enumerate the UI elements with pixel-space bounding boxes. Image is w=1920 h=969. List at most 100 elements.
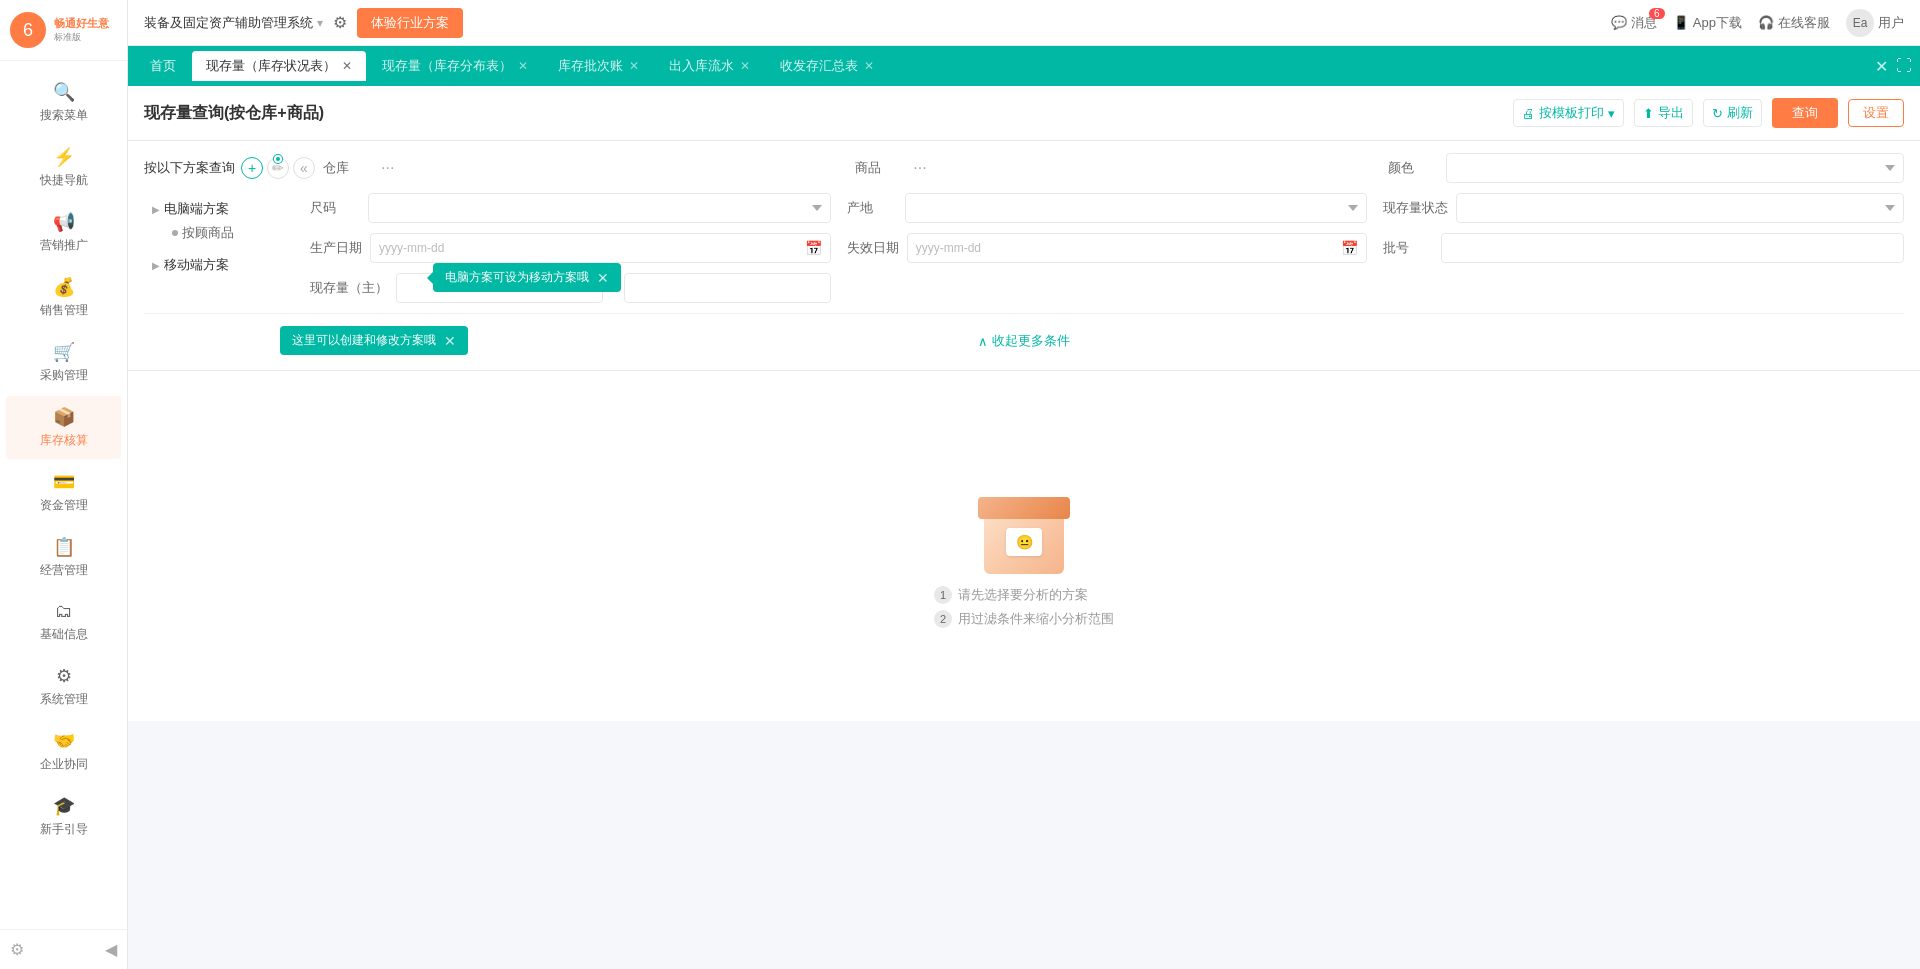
printer-icon: 🖨 [1522,106,1535,121]
tab-close-icon[interactable]: ✕ [342,59,352,73]
tab-inout[interactable]: 出入库流水 ✕ [655,51,764,81]
sidebar-item-label: 基础信息 [40,626,88,643]
goods-field: 商品 ··· [855,159,1371,177]
calendar-icon: 📅 [1341,240,1358,256]
sidebar-item-purchase[interactable]: 🛒 采购管理 [6,331,121,394]
collapse-sidebar-button[interactable]: ◀ [105,940,117,959]
message-icon: 💬 [1611,15,1627,30]
tab-bar-end: ✕ ⛶ [1875,57,1912,76]
sidebar-item-label: 系统管理 [40,691,88,708]
export-button[interactable]: ⬆ 导出 [1634,99,1693,127]
tab-close-icon[interactable]: ✕ [629,59,639,73]
origin-select[interactable] [905,193,1368,223]
sidebar-item-sales[interactable]: 💰 销售管理 [6,266,121,329]
back-button[interactable]: « [293,157,315,179]
sidebar-item-label: 营销推广 [40,237,88,254]
refresh-label: 刷新 [1727,104,1753,122]
tab-batch[interactable]: 库存批次账 ✕ [544,51,653,81]
sidebar-item-marketing[interactable]: 📢 营销推广 [6,201,121,264]
purchase-icon: 🛒 [53,341,75,363]
logo-text: 畅通好生意 [54,16,109,30]
lightning-icon: ⚡ [53,146,75,168]
expiry-date-field: 失效日期 yyyy-mm-dd 📅 [847,233,1368,263]
tab-close-all-icon[interactable]: ✕ [1875,57,1888,76]
sidebar-logo: 6 畅通好生意 标准版 [0,0,127,61]
tab-fullscreen-icon[interactable]: ⛶ [1896,57,1912,75]
tab-inventory-dist[interactable]: 现存量（库存分布表） ✕ [368,51,542,81]
mobile-plan-item[interactable]: ▶ 移动端方案 [144,253,294,277]
industry-button[interactable]: 体验行业方案 [357,8,463,38]
sidebar-item-label: 企业协同 [40,756,88,773]
tab-close-icon[interactable]: ✕ [740,59,750,73]
sidebar-item-search[interactable]: 🔍 搜索菜单 [6,71,121,134]
stock-range-max[interactable] [624,273,831,303]
calendar-icon: 📅 [805,240,822,256]
settings-button[interactable]: ⚙ [10,940,24,959]
warehouse-label: 仓库 [323,159,373,177]
gear-icon[interactable]: ⚙ [333,13,347,32]
user-avatar: Ea [1846,9,1874,37]
sidebar-item-finance[interactable]: 💳 资金管理 [6,461,121,524]
user-menu[interactable]: Ea 用户 [1846,9,1904,37]
page-header-actions: 🖨 按模板打印 ▾ ⬆ 导出 ↻ 刷新 查询 设置 [1513,98,1904,128]
warehouse-field: 仓库 ··· [323,159,839,177]
empty-state: 😐 1 请先选择要分析的方案 2 用过滤条件来缩小分析范围 [934,404,1114,688]
edit-plan-button[interactable]: ✏ [267,157,289,179]
expiry-date-input[interactable]: yyyy-mm-dd 📅 [907,233,1368,263]
production-date-input[interactable]: yyyy-mm-dd 📅 [370,233,831,263]
sidebar-item-operation[interactable]: 📋 经营管理 [6,526,121,589]
empty-steps: 1 请先选择要分析的方案 2 用过滤条件来缩小分析范围 [934,586,1114,628]
sidebar-item-label: 新手引导 [40,821,88,838]
online-support-button[interactable]: 🎧 在线客服 [1758,14,1830,32]
sidebar-item-system[interactable]: ⚙ 系统管理 [6,655,121,718]
print-arrow-icon: ▾ [1608,106,1615,121]
create-tooltip-close[interactable]: ✕ [444,333,456,349]
export-icon: ⬆ [1643,106,1654,121]
refresh-button[interactable]: ↻ 刷新 [1703,99,1762,127]
tab-close-icon[interactable]: ✕ [864,59,874,73]
origin-field: 产地 [847,193,1368,223]
stock-status-select[interactable] [1456,193,1904,223]
tab-close-icon[interactable]: ✕ [518,59,528,73]
tab-inventory-status[interactable]: 现存量（库存状况表） ✕ [192,51,366,81]
system-icon: ⚙ [56,665,72,687]
warehouse-dots[interactable]: ··· [381,159,394,177]
inventory-icon: 📦 [53,406,75,428]
stock-status-field: 现存量状态 [1383,193,1904,223]
sidebar-item-guide[interactable]: 🎓 新手引导 [6,785,121,848]
page-content: 现存量查询(按仓库+商品) 🖨 按模板打印 ▾ ⬆ 导出 ↻ 刷新 [128,86,1920,969]
add-plan-button[interactable]: + [241,157,263,179]
sidebar-item-inventory[interactable]: 📦 库存核算 [6,396,121,459]
sidebar-item-basic[interactable]: 🗂 基础信息 [6,591,121,653]
create-tooltip: 这里可以创建和修改方案哦 ✕ [280,326,468,355]
phone-icon: 📱 [1673,15,1689,30]
size-select[interactable] [368,193,831,223]
sidebar: 6 畅通好生意 标准版 🔍 搜索菜单 ⚡ 快捷导航 📢 营销推广 💰 销售 [0,0,128,969]
pc-plan-child-item[interactable]: ▶ 按顾商品 [160,221,294,245]
plan-tooltip-close[interactable]: ✕ [597,270,609,286]
search-button[interactable]: 查询 [1772,98,1838,128]
sidebar-item-label: 销售管理 [40,302,88,319]
system-selector[interactable]: 装备及固定资产辅助管理系统 ▾ [144,14,323,32]
sidebar-nav: 🔍 搜索菜单 ⚡ 快捷导航 📢 营销推广 💰 销售管理 🛒 采购管理 📦 [0,61,127,929]
tab-label: 收发存汇总表 [780,57,858,75]
tab-summary[interactable]: 收发存汇总表 ✕ [766,51,888,81]
color-select[interactable] [1446,153,1904,183]
print-label: 按模板打印 [1539,104,1604,122]
filter-label: 按以下方案查询 [144,159,235,177]
tab-home[interactable]: 首页 [136,51,190,81]
sidebar-item-collab[interactable]: 🤝 企业协同 [6,720,121,783]
collapse-label: 收起更多条件 [992,332,1070,350]
set-button[interactable]: 设置 [1848,99,1904,127]
sidebar-item-quicknav[interactable]: ⚡ 快捷导航 [6,136,121,199]
top-right: 💬 消息 6 📱 App下载 🎧 在线客服 Ea 用户 [1611,9,1904,37]
pc-plan-item[interactable]: ▶ 电脑端方案 [144,197,294,221]
print-button[interactable]: 🖨 按模板打印 ▾ [1513,99,1624,127]
message-button[interactable]: 💬 消息 6 [1611,14,1657,32]
batch-input[interactable] [1441,233,1904,263]
goods-dots[interactable]: ··· [913,159,926,177]
operation-icon: 📋 [53,536,75,558]
sidebar-item-label: 资金管理 [40,497,88,514]
color-field: 颜色 [1388,153,1904,183]
app-download-button[interactable]: 📱 App下载 [1673,14,1742,32]
